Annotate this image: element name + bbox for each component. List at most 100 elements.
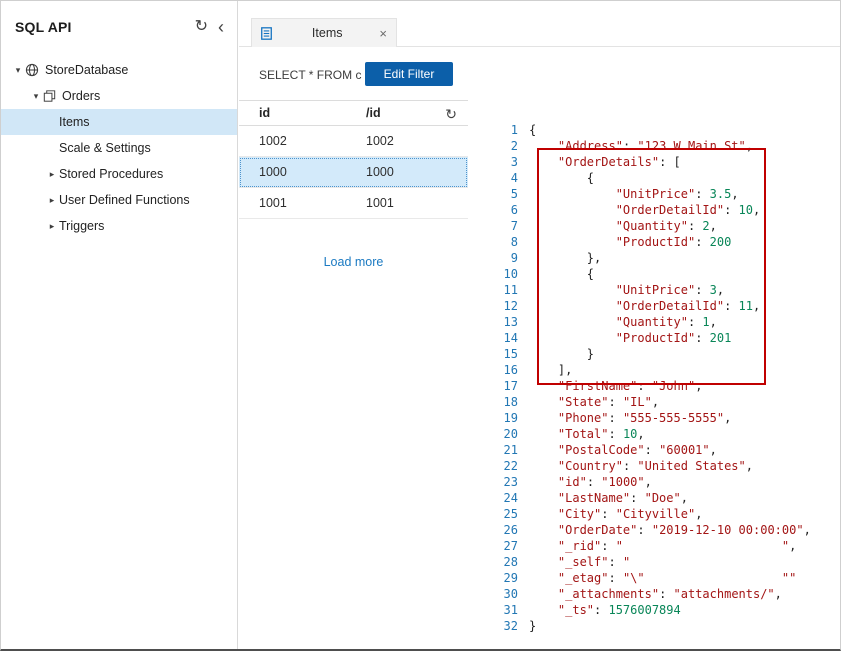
line-content[interactable]: "UnitPrice": 3, bbox=[529, 282, 724, 298]
load-more-link[interactable]: Load more bbox=[324, 255, 384, 269]
editor-line: 31 "_ts": 1576007894 bbox=[479, 602, 840, 618]
tree-item-label: User Defined Functions bbox=[59, 193, 190, 207]
line-content[interactable]: { bbox=[529, 266, 594, 282]
editor-line: 6 "OrderDetailId": 10, bbox=[479, 202, 840, 218]
line-number: 3 bbox=[510, 155, 518, 169]
load-more-wrap: Load more bbox=[239, 253, 468, 271]
line-number: 28 bbox=[503, 555, 518, 569]
editor-line: 5 "UnitPrice": 3.5, bbox=[479, 186, 840, 202]
line-content[interactable]: "LastName": "Doe", bbox=[529, 490, 688, 506]
collapse-sidebar-icon[interactable]: ‹ bbox=[213, 16, 229, 38]
line-content[interactable]: "_etag": "\" "" bbox=[529, 570, 796, 586]
sidebar-item-items[interactable]: Items bbox=[1, 109, 237, 135]
line-number: 20 bbox=[503, 427, 518, 441]
line-number: 16 bbox=[503, 363, 518, 377]
line-content[interactable]: ], bbox=[529, 362, 572, 378]
editor-line: 15 } bbox=[479, 346, 840, 362]
refresh-documents-icon[interactable]: ↻ bbox=[440, 105, 462, 123]
json-document-editor[interactable]: 1{2 "Address": "123 W Main St", 3 "OrderD… bbox=[479, 48, 840, 649]
edit-filter-button[interactable]: Edit Filter bbox=[365, 62, 453, 86]
editor-line: 23 "id": "1000", bbox=[479, 474, 840, 490]
line-number: 8 bbox=[510, 235, 518, 249]
editor-line: 27 "_rid": " ", bbox=[479, 538, 840, 554]
line-content[interactable]: "PostalCode": "60001", bbox=[529, 442, 717, 458]
line-content[interactable]: "OrderDate": "2019-12-10 00:00:00", bbox=[529, 522, 811, 538]
sidebar-item-user-defined-functions[interactable]: ▸ User Defined Functions bbox=[1, 187, 237, 213]
refresh-icon[interactable]: ↻ bbox=[190, 17, 213, 37]
line-content[interactable]: "_rid": " ", bbox=[529, 538, 796, 554]
tab-content: SELECT * FROM c Edit Filter id /id ↻ 100… bbox=[239, 48, 840, 649]
tree-item-label: Stored Procedures bbox=[59, 167, 164, 181]
line-content[interactable]: } bbox=[529, 346, 594, 362]
chevron-expanded-icon[interactable]: ▾ bbox=[29, 91, 43, 102]
line-content[interactable]: "City": "Cityville", bbox=[529, 506, 703, 522]
editor-line: 12 "OrderDetailId": 11, bbox=[479, 298, 840, 314]
editor-line: 21 "PostalCode": "60001", bbox=[479, 442, 840, 458]
editor-line: 29 "_etag": "\" "" bbox=[479, 570, 840, 586]
sidebar-item-storedatabase[interactable]: ▾ StoreDatabase bbox=[1, 57, 237, 83]
editor-line: 7 "Quantity": 2, bbox=[479, 218, 840, 234]
editor-line: 19 "Phone": "555-555-5555", bbox=[479, 410, 840, 426]
line-content[interactable]: "OrderDetails": [ bbox=[529, 154, 681, 170]
line-number: 30 bbox=[503, 587, 518, 601]
line-number: 21 bbox=[503, 443, 518, 457]
chevron-collapsed-icon[interactable]: ▸ bbox=[45, 195, 59, 206]
editor-line: 9 }, bbox=[479, 250, 840, 266]
line-number: 12 bbox=[503, 299, 518, 313]
sidebar: SQL API ↻ ‹ ▾ StoreDatabase ▾ Orders Items Sc… bbox=[1, 1, 238, 649]
line-content[interactable]: { bbox=[529, 170, 594, 186]
chevron-expanded-icon[interactable]: ▾ bbox=[11, 65, 25, 76]
line-number: 7 bbox=[510, 219, 518, 233]
line-number: 5 bbox=[510, 187, 518, 201]
editor-line: 16 ], bbox=[479, 362, 840, 378]
line-content[interactable]: "_self": " bbox=[529, 554, 630, 570]
sidebar-item-triggers[interactable]: ▸ Triggers bbox=[1, 213, 237, 239]
cell-partition-key: 1002 bbox=[366, 134, 394, 148]
sidebar-item-scale-settings[interactable]: Scale & Settings bbox=[1, 135, 237, 161]
tree-item-label: StoreDatabase bbox=[45, 63, 129, 77]
close-tab-icon[interactable]: × bbox=[379, 27, 387, 40]
line-content[interactable]: "ProductId": 200 bbox=[529, 234, 732, 250]
line-content[interactable]: "Address": "123 W Main St", bbox=[529, 138, 753, 154]
line-number: 6 bbox=[510, 203, 518, 217]
line-content[interactable]: "ProductId": 201 bbox=[529, 330, 732, 346]
editor-line: 25 "City": "Cityville", bbox=[479, 506, 840, 522]
line-content[interactable]: "Phone": "555-555-5555", bbox=[529, 410, 731, 426]
line-content[interactable]: { bbox=[529, 122, 536, 138]
chevron-collapsed-icon[interactable]: ▸ bbox=[45, 221, 59, 232]
line-number: 2 bbox=[510, 139, 518, 153]
line-content[interactable]: "Quantity": 2, bbox=[529, 218, 717, 234]
line-content[interactable]: "UnitPrice": 3.5, bbox=[529, 186, 739, 202]
line-content[interactable]: "Total": 10, bbox=[529, 426, 645, 442]
line-content[interactable]: "id": "1000", bbox=[529, 474, 652, 490]
line-content[interactable]: }, bbox=[529, 250, 601, 266]
document-row[interactable]: 1001 1001 bbox=[239, 188, 468, 219]
editor-line: 1{ bbox=[479, 122, 840, 138]
documents-rows: 1002 1002 1000 1000 1001 1001 bbox=[239, 126, 468, 219]
line-content[interactable]: "FirstName": "John", bbox=[529, 378, 703, 394]
chevron-collapsed-icon[interactable]: ▸ bbox=[45, 169, 59, 180]
line-number: 17 bbox=[503, 379, 518, 393]
line-number: 26 bbox=[503, 523, 518, 537]
editor-lines: 1{2 "Address": "123 W Main St", 3 "OrderD… bbox=[479, 122, 840, 634]
document-row[interactable]: 1002 1002 bbox=[239, 126, 468, 157]
line-content[interactable]: "OrderDetailId": 11, bbox=[529, 298, 761, 314]
cosmos-data-explorer: SQL API ↻ ‹ ▾ StoreDatabase ▾ Orders Items Sc… bbox=[0, 0, 841, 651]
collection-icon bbox=[43, 89, 56, 103]
line-content[interactable]: "_attachments": "attachments/", bbox=[529, 586, 782, 602]
sidebar-item-orders[interactable]: ▾ Orders bbox=[1, 83, 237, 109]
sidebar-item-stored-procedures[interactable]: ▸ Stored Procedures bbox=[1, 161, 237, 187]
sidebar-header: SQL API ↻ ‹ bbox=[1, 1, 237, 49]
document-row[interactable]: 1000 1000 bbox=[239, 157, 468, 188]
editor-line: 30 "_attachments": "attachments/", bbox=[479, 586, 840, 602]
line-content[interactable]: "_ts": 1576007894 bbox=[529, 602, 681, 618]
line-content[interactable]: "Country": "United States", bbox=[529, 458, 753, 474]
cell-id: 1001 bbox=[259, 196, 287, 210]
tab-items[interactable]: Items × bbox=[251, 18, 397, 47]
line-content[interactable]: } bbox=[529, 618, 536, 634]
line-content[interactable]: "OrderDetailId": 10, bbox=[529, 202, 761, 218]
editor-line: 2 "Address": "123 W Main St", bbox=[479, 138, 840, 154]
line-number: 27 bbox=[503, 539, 518, 553]
line-content[interactable]: "Quantity": 1, bbox=[529, 314, 717, 330]
line-content[interactable]: "State": "IL", bbox=[529, 394, 659, 410]
